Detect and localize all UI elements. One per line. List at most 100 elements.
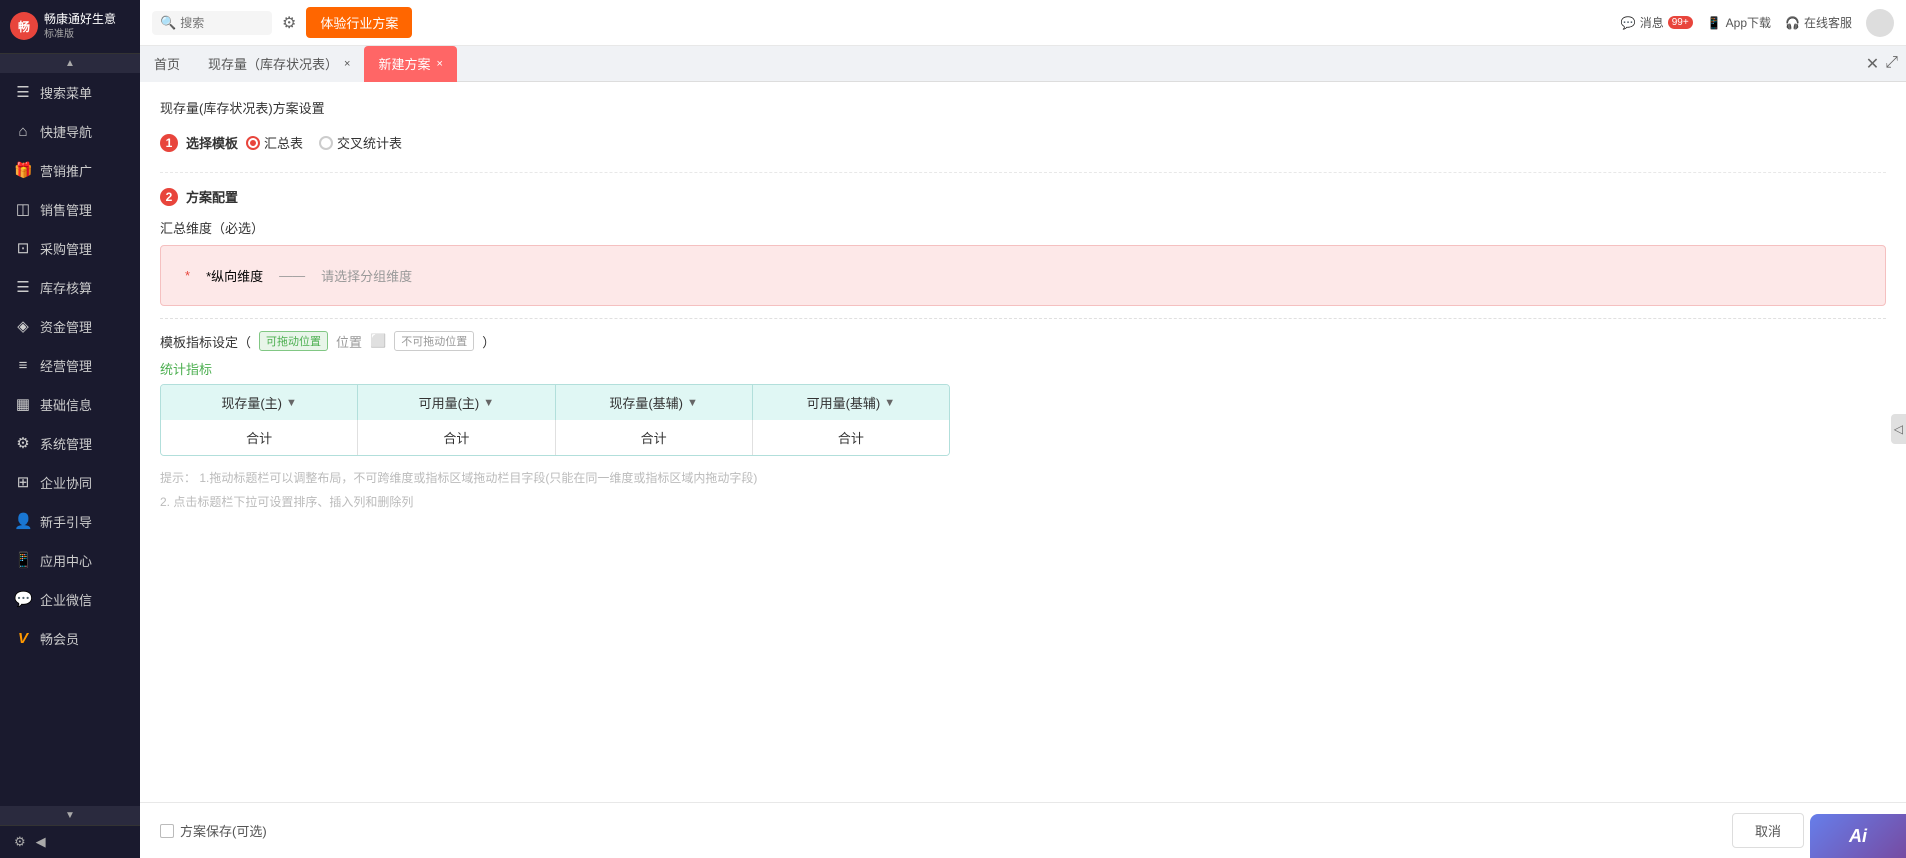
search-menu-icon: ☰ bbox=[14, 83, 32, 101]
sidebar-item-system[interactable]: ⚙ 系统管理 bbox=[0, 424, 140, 463]
sidebar-item-label: 新手引导 bbox=[40, 512, 92, 531]
search-icon: 🔍 bbox=[160, 15, 176, 31]
marketing-icon: 🎁 bbox=[14, 161, 32, 179]
topbar-search-box: 🔍 bbox=[152, 11, 272, 35]
operations-icon: ≡ bbox=[14, 357, 32, 374]
message-icon: 💬 bbox=[1621, 16, 1636, 30]
trial-industry-button[interactable]: 体验行业方案 bbox=[306, 7, 412, 38]
section1-header: 1 选择模板 汇总表 交叉统计表 bbox=[160, 133, 1886, 152]
section2-title: 方案配置 bbox=[186, 187, 238, 206]
radio-option-summary[interactable]: 汇总表 bbox=[246, 133, 303, 152]
tab-close-window-icon[interactable]: ✕ bbox=[1866, 54, 1879, 74]
sidebar-scroll-down[interactable]: ▼ bbox=[0, 806, 140, 825]
bottom-bar: 方案保存(可选) 取消 查询 bbox=[140, 802, 1906, 858]
sidebar-item-app-center[interactable]: 📱 应用中心 bbox=[0, 541, 140, 580]
sidebar-item-wechat[interactable]: 💬 企业微信 bbox=[0, 580, 140, 619]
online-support-label: 在线客服 bbox=[1804, 14, 1852, 31]
tab-new-scheme-close-icon[interactable]: × bbox=[436, 58, 442, 70]
topbar-right: 💬 消息 99+ 📱 App下载 🎧 在线客服 bbox=[1621, 9, 1894, 37]
settings-gear-icon[interactable]: ⚙ bbox=[282, 13, 296, 33]
sidebar-item-cooperation[interactable]: ⊞ 企业协同 bbox=[0, 463, 140, 502]
stat-body-col-2: 合计 bbox=[358, 420, 555, 455]
stat-col-2-dropdown-icon[interactable]: ▼ bbox=[483, 397, 494, 409]
page-title: 现存量(库存状况表)方案设置 bbox=[160, 98, 1886, 117]
sidebar-item-label: 营销推广 bbox=[40, 161, 92, 180]
sidebar-scroll-up[interactable]: ▲ bbox=[0, 54, 140, 73]
save-scheme-checkbox-row[interactable]: 方案保存(可选) bbox=[160, 821, 267, 840]
section1-number: 1 bbox=[160, 134, 178, 152]
tab-new-scheme[interactable]: 新建方案 × bbox=[364, 46, 456, 82]
stat-col-1-dropdown-icon[interactable]: ▼ bbox=[286, 397, 297, 409]
stat-col-3-dropdown-icon[interactable]: ▼ bbox=[687, 397, 698, 409]
collapse-icon: ◁ bbox=[1894, 422, 1903, 436]
stat-col-2-header[interactable]: 可用量(主) ▼ bbox=[358, 385, 555, 420]
save-scheme-label: 方案保存(可选) bbox=[180, 821, 267, 840]
stat-body-col-3: 合计 bbox=[556, 420, 753, 455]
sidebar-bottom: ⚙ ◀ bbox=[0, 825, 140, 858]
stat-col-3-header[interactable]: 现存量(基辅) ▼ bbox=[556, 385, 753, 420]
sidebar-item-label: 应用中心 bbox=[40, 551, 92, 570]
tab-inventory-close-icon[interactable]: × bbox=[344, 58, 350, 70]
guide-icon: 👤 bbox=[14, 512, 32, 530]
user-avatar[interactable] bbox=[1866, 9, 1894, 37]
app-download-item[interactable]: 📱 App下载 bbox=[1707, 14, 1771, 31]
sidebar-item-label: 销售管理 bbox=[40, 200, 92, 219]
stat-col-1-header[interactable]: 现存量(主) ▼ bbox=[161, 385, 358, 420]
sidebar-item-label: 基础信息 bbox=[40, 395, 92, 414]
tab-inventory-status[interactable]: 现存量（库存状况表） × bbox=[194, 46, 364, 82]
messages-badge-item[interactable]: 💬 消息 99+ bbox=[1621, 14, 1693, 31]
sidebar-item-sales[interactable]: ◫ 销售管理 bbox=[0, 190, 140, 229]
sidebar-logo: 畅 畅康通好生意 标准版 bbox=[0, 0, 140, 54]
headset-icon: 🎧 bbox=[1785, 16, 1800, 30]
stat-col-4-dropdown-icon[interactable]: ▼ bbox=[884, 397, 895, 409]
indicator-label-text: 模板指标设定（ bbox=[160, 332, 251, 351]
sidebar-item-guide[interactable]: 👤 新手引导 bbox=[0, 502, 140, 541]
tab-inventory-label: 现存量（库存状况表） bbox=[208, 54, 338, 73]
sidebar-item-search-menu[interactable]: ☰ 搜索菜单 bbox=[0, 73, 140, 112]
sidebar-item-quick-nav[interactable]: ⌂ 快捷导航 bbox=[0, 112, 140, 151]
messages-label: 消息 bbox=[1640, 14, 1664, 31]
search-input[interactable] bbox=[180, 16, 260, 30]
stat-col-4-label: 可用量(基辅) bbox=[807, 393, 881, 412]
main-area: 🔍 ⚙ 体验行业方案 💬 消息 99+ 📱 App下载 🎧 在线客服 首页 bbox=[140, 0, 1906, 858]
sidebar-collapse-icon[interactable]: ◀ bbox=[36, 834, 46, 850]
required-star: * bbox=[185, 268, 190, 283]
sidebar-item-finance[interactable]: ◈ 资金管理 bbox=[0, 307, 140, 346]
tab-home[interactable]: 首页 bbox=[140, 46, 194, 82]
sidebar-item-operations[interactable]: ≡ 经营管理 bbox=[0, 346, 140, 385]
save-scheme-checkbox[interactable] bbox=[160, 824, 174, 838]
dim-placeholder: 请选择分组维度 bbox=[321, 266, 412, 285]
radio-option-cross[interactable]: 交叉统计表 bbox=[319, 133, 402, 152]
sidebar-item-inventory[interactable]: ☰ 库存核算 bbox=[0, 268, 140, 307]
sidebar-item-label: 库存核算 bbox=[40, 278, 92, 297]
sidebar-item-label: 快捷导航 bbox=[40, 122, 92, 141]
sidebar-item-label: 企业微信 bbox=[40, 590, 92, 609]
ai-float-button[interactable]: Ai bbox=[1810, 814, 1906, 858]
tab-expand-icon[interactable]: ⤢ bbox=[1885, 54, 1898, 74]
sidebar-item-label: 采购管理 bbox=[40, 239, 92, 258]
sidebar-item-marketing[interactable]: 🎁 营销推广 bbox=[0, 151, 140, 190]
sidebar-settings-icon[interactable]: ⚙ bbox=[14, 834, 26, 850]
stat-table-header: 现存量(主) ▼ 可用量(主) ▼ 现存量(基辅) ▼ 可用量(基辅) bbox=[161, 385, 949, 420]
right-collapse-button[interactable]: ◁ bbox=[1891, 414, 1906, 444]
stat-col-4-header[interactable]: 可用量(基辅) ▼ bbox=[753, 385, 949, 420]
radio-summary-label: 汇总表 bbox=[264, 133, 303, 152]
topbar: 🔍 ⚙ 体验行业方案 💬 消息 99+ 📱 App下载 🎧 在线客服 bbox=[140, 0, 1906, 46]
cancel-button[interactable]: 取消 bbox=[1732, 813, 1804, 848]
indicator-close-text: ） bbox=[482, 332, 495, 351]
vertical-dimension-box[interactable]: * *纵向维度 —— 请选择分组维度 bbox=[160, 245, 1886, 306]
non-draggable-badge: 不可拖动位置 bbox=[394, 331, 474, 351]
section-scheme: 2 方案配置 汇总维度（必选） * *纵向维度 —— 请选择分组维度 模板指标设… bbox=[160, 187, 1886, 513]
sidebar-item-member[interactable]: V 畅会员 bbox=[0, 619, 140, 658]
section1-title: 选择模板 bbox=[186, 133, 238, 152]
finance-icon: ◈ bbox=[14, 317, 32, 335]
tab-new-scheme-label: 新建方案 bbox=[378, 54, 430, 73]
quick-nav-icon: ⌂ bbox=[14, 123, 32, 140]
stat-body-col-4: 合计 bbox=[753, 420, 949, 455]
sidebar-item-basics[interactable]: ▦ 基础信息 bbox=[0, 385, 140, 424]
sidebar-item-label: 企业协同 bbox=[40, 473, 92, 492]
stat-col-3-label: 现存量(基辅) bbox=[609, 393, 683, 412]
sidebar-item-purchase[interactable]: ⊡ 采购管理 bbox=[0, 229, 140, 268]
online-support-item[interactable]: 🎧 在线客服 bbox=[1785, 14, 1852, 31]
sidebar: 畅 畅康通好生意 标准版 ▲ ☰ 搜索菜单 ⌂ 快捷导航 🎁 营销推广 ◫ 销售… bbox=[0, 0, 140, 858]
